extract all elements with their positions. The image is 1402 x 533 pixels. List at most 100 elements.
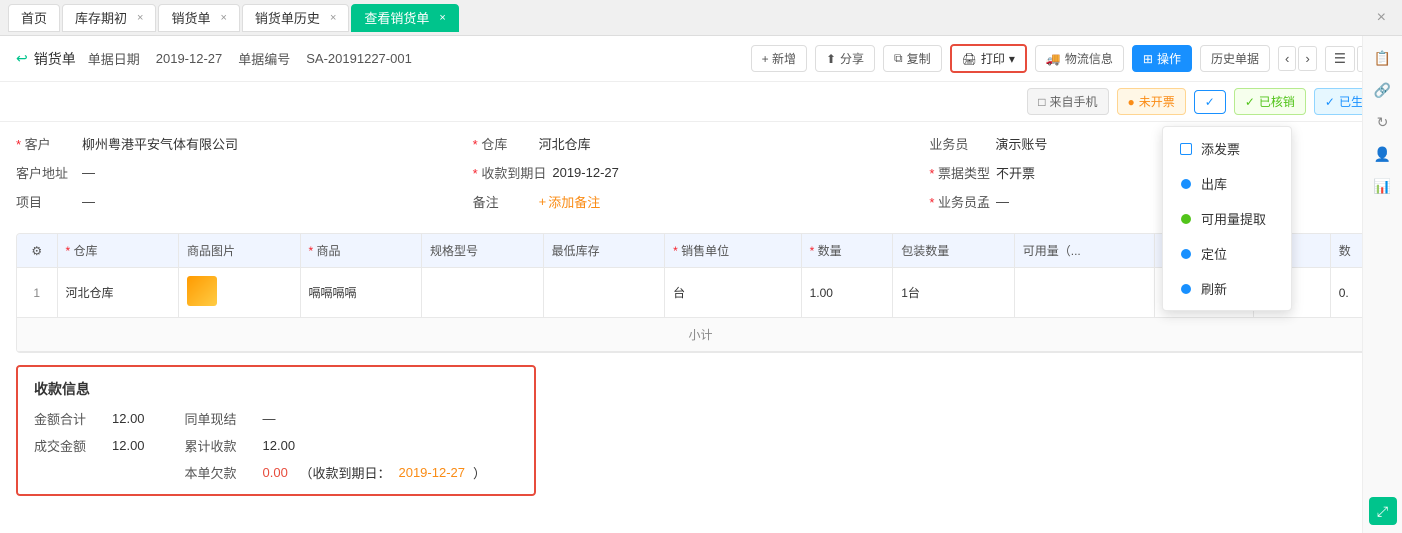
tab-inventory-close[interactable]: × xyxy=(137,12,143,24)
status-bar: □ 来自手机 ● 未开票 ✓ ✓ 已核销 ✓ 已生效 xyxy=(0,82,1402,122)
total-received-label: 累计收款 xyxy=(185,436,255,455)
tab-view-sales-close[interactable]: × xyxy=(439,12,445,24)
mobile-status-btn[interactable]: □ 来自手机 xyxy=(1027,88,1108,115)
th-gear: ⚙ xyxy=(17,234,57,268)
prev-button[interactable]: ‹ xyxy=(1278,46,1296,71)
th-product-image: 商品图片 xyxy=(179,234,301,268)
number-value: SA-20191227-001 xyxy=(306,51,412,66)
global-close-button[interactable]: × xyxy=(1369,5,1394,31)
payment-rows: 金额合计 12.00 成交金额 12.00 同单现结 — 累计收款 12.00 xyxy=(34,409,518,482)
dropdown-add-invoice[interactable]: 添发票 xyxy=(1163,131,1291,166)
address-value: — xyxy=(82,165,95,180)
row-spec xyxy=(422,268,544,318)
logistics-button[interactable]: 🚚 物流信息 xyxy=(1035,45,1124,72)
project-label: 项目 xyxy=(16,192,76,211)
dropdown-refresh[interactable]: 刷新 xyxy=(1163,271,1291,306)
share-icon: ⬆ xyxy=(826,52,836,66)
amount-total-value: 12.00 xyxy=(112,411,145,426)
outstanding-suffix: （收款到期日： xyxy=(296,463,391,482)
effect-icon: ✓ xyxy=(1325,95,1335,109)
sidebar-expand-icon-btn[interactable]: ⤢ xyxy=(1369,497,1397,525)
mobile-icon: □ xyxy=(1038,95,1045,109)
print-dropdown-icon: ▾ xyxy=(1009,52,1015,66)
share-button[interactable]: ⬆ 分享 xyxy=(815,45,875,72)
tab-history-close[interactable]: × xyxy=(330,12,336,24)
payment-col-right: 同单现结 — 累计收款 12.00 本单欠款 0.00 （收款到期日： 2019… xyxy=(185,409,486,482)
doc-actions: + 新增 ⬆ 分享 ⧉ 复制 🖨 打印 ▾ 🚚 物流信息 ⊞ 操作 xyxy=(751,44,1386,73)
payment-date-label: 收款到期日 xyxy=(473,163,547,182)
tab-sales-close[interactable]: × xyxy=(220,12,226,24)
tab-history[interactable]: 销货单历史 × xyxy=(242,4,349,32)
tab-home-label: 首页 xyxy=(21,8,47,27)
deal-amount-row: 成交金额 12.00 xyxy=(34,436,145,455)
operations-button[interactable]: ⊞ 操作 xyxy=(1132,45,1192,72)
warehouse-value: 河北仓库 xyxy=(539,134,591,153)
reconcile-status-btn[interactable]: ✓ 已核销 xyxy=(1234,88,1306,115)
doc-header: ↩ 销货单 单据日期 2019-12-27 单据编号 SA-20191227-0… xyxy=(0,36,1402,82)
staff2-label: 业务员孟 xyxy=(929,192,990,211)
ticket-type-value: 不开票 xyxy=(996,163,1035,182)
ticket-type-label: 票据类型 xyxy=(929,163,990,182)
customer-value: 柳州粤港平安气体有限公司 xyxy=(82,134,238,153)
same-settle-label: 同单现结 xyxy=(185,409,255,428)
row-min-stock xyxy=(543,268,665,318)
subtotal-label: 小计 xyxy=(17,318,1385,352)
tab-view-sales[interactable]: 查看销货单 × xyxy=(351,4,458,32)
deal-amount-label: 成交金额 xyxy=(34,436,104,455)
next-button[interactable]: › xyxy=(1298,46,1316,71)
add-note-icon: + xyxy=(539,194,547,209)
copy-button-label: 复制 xyxy=(907,50,931,67)
row-product-image xyxy=(179,268,301,318)
add-note-label: 添加备注 xyxy=(548,192,600,211)
th-available: 可用量（... xyxy=(1014,234,1154,268)
history-button[interactable]: 历史单据 xyxy=(1200,45,1270,72)
tab-sales[interactable]: 销货单 × xyxy=(158,4,239,32)
customer-label: 客户 xyxy=(16,134,76,153)
operations-dropdown: 添发票 出库 可用量提取 定位 刷新 xyxy=(1162,126,1292,311)
tab-home[interactable]: 首页 xyxy=(8,4,60,32)
print-button[interactable]: 🖨 打印 ▾ xyxy=(950,44,1027,73)
add-note-button[interactable]: + 添加备注 xyxy=(539,192,601,211)
sidebar-user-icon-btn[interactable]: 👤 xyxy=(1369,140,1397,168)
warehouse-label: 仓库 xyxy=(473,134,533,153)
date-value: 2019-12-27 xyxy=(156,51,223,66)
outstanding-date: 2019-12-27 xyxy=(398,465,465,480)
outstanding-date-suffix: ） xyxy=(473,463,486,482)
row-available xyxy=(1014,268,1154,318)
customer-field: 客户 柳州粤港平安气体有限公司 xyxy=(16,134,473,153)
tab-inventory[interactable]: 库存期初 × xyxy=(62,4,156,32)
dropdown-locate[interactable]: 定位 xyxy=(1163,236,1291,271)
tab-sales-label: 销货单 xyxy=(171,8,210,27)
doc-type-label: 销货单 xyxy=(34,49,76,69)
sidebar-refresh-icon-btn[interactable]: ↻ xyxy=(1369,108,1397,136)
available-qty-icon xyxy=(1179,212,1193,226)
list-view-button[interactable]: ☰ xyxy=(1325,46,1355,72)
dropdown-outbound[interactable]: 出库 xyxy=(1163,166,1291,201)
available-qty-label: 可用量提取 xyxy=(1201,209,1266,228)
copy-icon: ⧉ xyxy=(894,51,903,66)
invoice-status-btn[interactable]: ● 未开票 xyxy=(1117,88,1186,115)
operations-button-label: 操作 xyxy=(1157,50,1181,67)
copy-button[interactable]: ⧉ 复制 xyxy=(883,45,942,72)
dropdown-available-qty[interactable]: 可用量提取 xyxy=(1163,201,1291,236)
refresh-label: 刷新 xyxy=(1201,279,1227,298)
ticket-type-field: 票据类型 不开票 xyxy=(929,163,1386,182)
th-unit: 销售单位 xyxy=(665,234,802,268)
mobile-label: 来自手机 xyxy=(1050,93,1098,110)
staff-value: 演示账号 xyxy=(995,134,1047,153)
row-warehouse: 河北仓库 xyxy=(57,268,179,318)
staff-label: 业务员 xyxy=(929,134,989,153)
sidebar-chart-icon-btn[interactable]: 📊 xyxy=(1369,172,1397,200)
warehouse-field: 仓库 河北仓库 xyxy=(473,134,930,153)
verify-status-btn[interactable]: ✓ xyxy=(1194,90,1226,114)
sidebar-copy-icon-btn[interactable]: 📋 xyxy=(1369,44,1397,72)
new-button[interactable]: + 新增 xyxy=(751,45,807,72)
invoice-label: 未开票 xyxy=(1139,93,1175,110)
sidebar-link-icon-btn[interactable]: 🔗 xyxy=(1369,76,1397,104)
doc-title: ↩ 销货单 xyxy=(16,49,76,69)
note-field: 备注 + 添加备注 xyxy=(473,192,930,211)
history-button-label: 历史单据 xyxy=(1211,50,1259,67)
amount-total-row: 金额合计 12.00 xyxy=(34,409,145,428)
outbound-label: 出库 xyxy=(1201,174,1227,193)
row-unit: 台 xyxy=(665,268,802,318)
